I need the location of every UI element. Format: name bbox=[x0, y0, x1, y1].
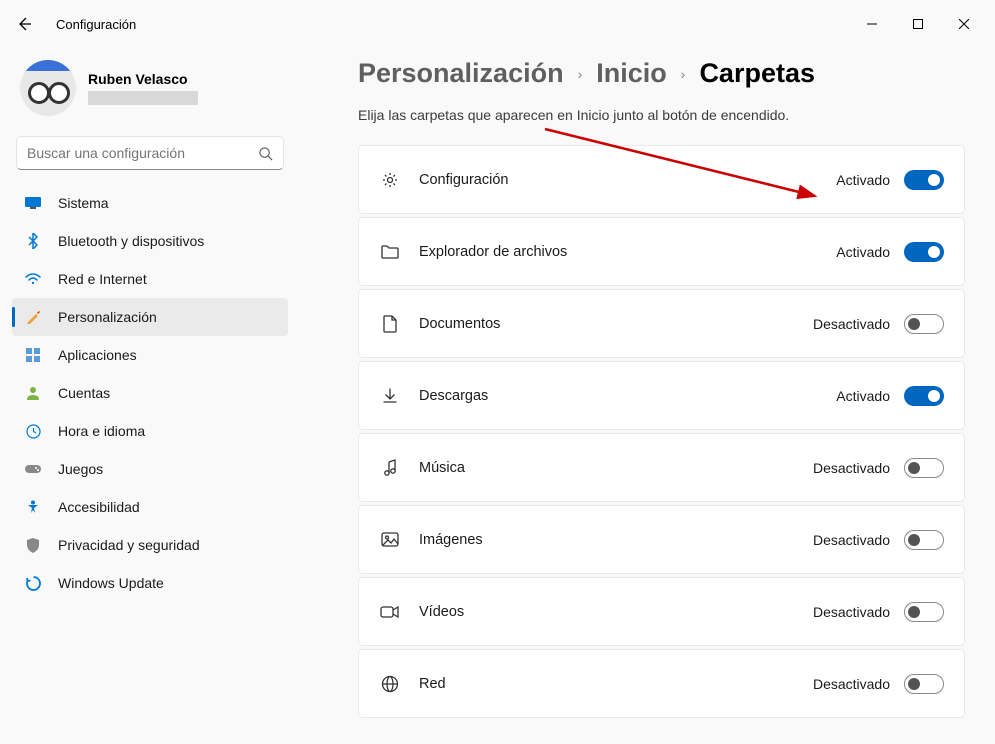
toggle-switch[interactable] bbox=[904, 170, 944, 190]
toggle-switch[interactable] bbox=[904, 242, 944, 262]
sidebar-item-label: Hora e idioma bbox=[58, 423, 145, 439]
gamepad-icon bbox=[24, 460, 42, 478]
sidebar-item-accessibility[interactable]: Accesibilidad bbox=[12, 488, 288, 526]
sidebar-item-label: Juegos bbox=[58, 461, 103, 477]
sidebar-item-label: Personalización bbox=[58, 309, 157, 325]
brush-icon bbox=[24, 308, 42, 326]
toggle-status: Desactivado bbox=[813, 460, 890, 476]
video-icon bbox=[379, 605, 401, 619]
image-icon bbox=[379, 532, 401, 547]
search-input[interactable] bbox=[27, 145, 258, 161]
toggle-switch[interactable] bbox=[904, 602, 944, 622]
user-email-placeholder bbox=[88, 91, 198, 105]
maximize-button[interactable] bbox=[895, 8, 941, 40]
titlebar: Configuración bbox=[0, 0, 995, 48]
sidebar-item-label: Aplicaciones bbox=[58, 347, 137, 363]
toggle-status: Desactivado bbox=[813, 532, 890, 548]
sidebar-item-monitor[interactable]: Sistema bbox=[12, 184, 288, 222]
gear-icon bbox=[379, 171, 401, 189]
folder-label: Explorador de archivos bbox=[419, 244, 567, 260]
user-name: Ruben Velasco bbox=[88, 71, 198, 87]
sidebar-item-label: Accesibilidad bbox=[58, 499, 140, 515]
toggle-switch[interactable] bbox=[904, 530, 944, 550]
sidebar-item-update[interactable]: Windows Update bbox=[12, 564, 288, 602]
folder-label: Red bbox=[419, 676, 446, 692]
toggle-status: Desactivado bbox=[813, 316, 890, 332]
sidebar-item-label: Windows Update bbox=[58, 575, 164, 591]
folder-card-document: Documentos Desactivado bbox=[358, 289, 965, 358]
minimize-button[interactable] bbox=[849, 8, 895, 40]
sidebar-item-shield[interactable]: Privacidad y seguridad bbox=[12, 526, 288, 564]
folder-card-folder: Explorador de archivos Activado bbox=[358, 217, 965, 286]
wifi-icon bbox=[24, 270, 42, 288]
folder-card-video: Vídeos Desactivado bbox=[358, 577, 965, 646]
nav-list: Sistema Bluetooth y dispositivos Red e Int… bbox=[12, 184, 288, 602]
folder-icon bbox=[379, 244, 401, 259]
folder-card-gear: Configuración Activado bbox=[358, 145, 965, 214]
music-icon bbox=[379, 459, 401, 477]
toggle-switch[interactable] bbox=[904, 386, 944, 406]
shield-icon bbox=[24, 536, 42, 554]
person-icon bbox=[24, 384, 42, 402]
toggle-status: Activado bbox=[836, 172, 890, 188]
folder-label: Vídeos bbox=[419, 604, 464, 620]
folder-card-image: Imágenes Desactivado bbox=[358, 505, 965, 574]
user-profile[interactable]: Ruben Velasco bbox=[12, 48, 288, 132]
sidebar-item-gamepad[interactable]: Juegos bbox=[12, 450, 288, 488]
back-button[interactable] bbox=[8, 8, 40, 40]
search-icon bbox=[258, 146, 273, 161]
window-controls bbox=[849, 8, 987, 40]
folder-label: Configuración bbox=[419, 172, 508, 188]
toggle-status: Desactivado bbox=[813, 604, 890, 620]
breadcrumb-l2[interactable]: Inicio bbox=[596, 58, 667, 89]
network-icon bbox=[379, 675, 401, 693]
sidebar-item-label: Bluetooth y dispositivos bbox=[58, 233, 204, 249]
toggle-switch[interactable] bbox=[904, 458, 944, 478]
page-description: Elija las carpetas que aparecen en Inici… bbox=[358, 107, 965, 123]
breadcrumb-l1[interactable]: Personalización bbox=[358, 58, 564, 89]
accessibility-icon bbox=[24, 498, 42, 516]
download-icon bbox=[379, 387, 401, 405]
window-title: Configuración bbox=[56, 17, 136, 32]
monitor-icon bbox=[24, 194, 42, 212]
chevron-right-icon: › bbox=[681, 66, 686, 82]
avatar bbox=[20, 60, 76, 116]
toggle-status: Desactivado bbox=[813, 676, 890, 692]
sidebar-item-wifi[interactable]: Red e Internet bbox=[12, 260, 288, 298]
toggle-switch[interactable] bbox=[904, 314, 944, 334]
folder-label: Imágenes bbox=[419, 532, 483, 548]
chevron-right-icon: › bbox=[578, 66, 583, 82]
sidebar-item-label: Cuentas bbox=[58, 385, 110, 401]
document-icon bbox=[379, 315, 401, 333]
sidebar-item-label: Red e Internet bbox=[58, 271, 147, 287]
update-icon bbox=[24, 574, 42, 592]
folder-list: ConfiguraciónActivadoExplorador de archi… bbox=[358, 145, 965, 718]
content: Personalización › Inicio › Carpetas Elij… bbox=[300, 48, 995, 744]
folder-label: Documentos bbox=[419, 316, 500, 332]
globe-time-icon bbox=[24, 422, 42, 440]
toggle-status: Activado bbox=[836, 244, 890, 260]
folder-label: Música bbox=[419, 460, 465, 476]
toggle-switch[interactable] bbox=[904, 674, 944, 694]
folder-card-download: Descargas Activado bbox=[358, 361, 965, 430]
sidebar-item-label: Privacidad y seguridad bbox=[58, 537, 200, 553]
breadcrumb-l3: Carpetas bbox=[699, 58, 815, 89]
sidebar-item-bluetooth[interactable]: Bluetooth y dispositivos bbox=[12, 222, 288, 260]
sidebar-item-person[interactable]: Cuentas bbox=[12, 374, 288, 412]
sidebar: Ruben Velasco Sistema Bluetooth y disposi… bbox=[0, 48, 300, 744]
sidebar-item-brush[interactable]: Personalización bbox=[12, 298, 288, 336]
folder-card-music: Música Desactivado bbox=[358, 433, 965, 502]
search-box[interactable] bbox=[16, 136, 284, 170]
sidebar-item-globe-time[interactable]: Hora e idioma bbox=[12, 412, 288, 450]
bluetooth-icon bbox=[24, 232, 42, 250]
toggle-status: Activado bbox=[836, 388, 890, 404]
folder-label: Descargas bbox=[419, 388, 488, 404]
sidebar-item-apps[interactable]: Aplicaciones bbox=[12, 336, 288, 374]
breadcrumb: Personalización › Inicio › Carpetas bbox=[358, 58, 965, 89]
sidebar-item-label: Sistema bbox=[58, 195, 109, 211]
close-button[interactable] bbox=[941, 8, 987, 40]
apps-icon bbox=[24, 346, 42, 364]
folder-card-network: Red Desactivado bbox=[358, 649, 965, 718]
